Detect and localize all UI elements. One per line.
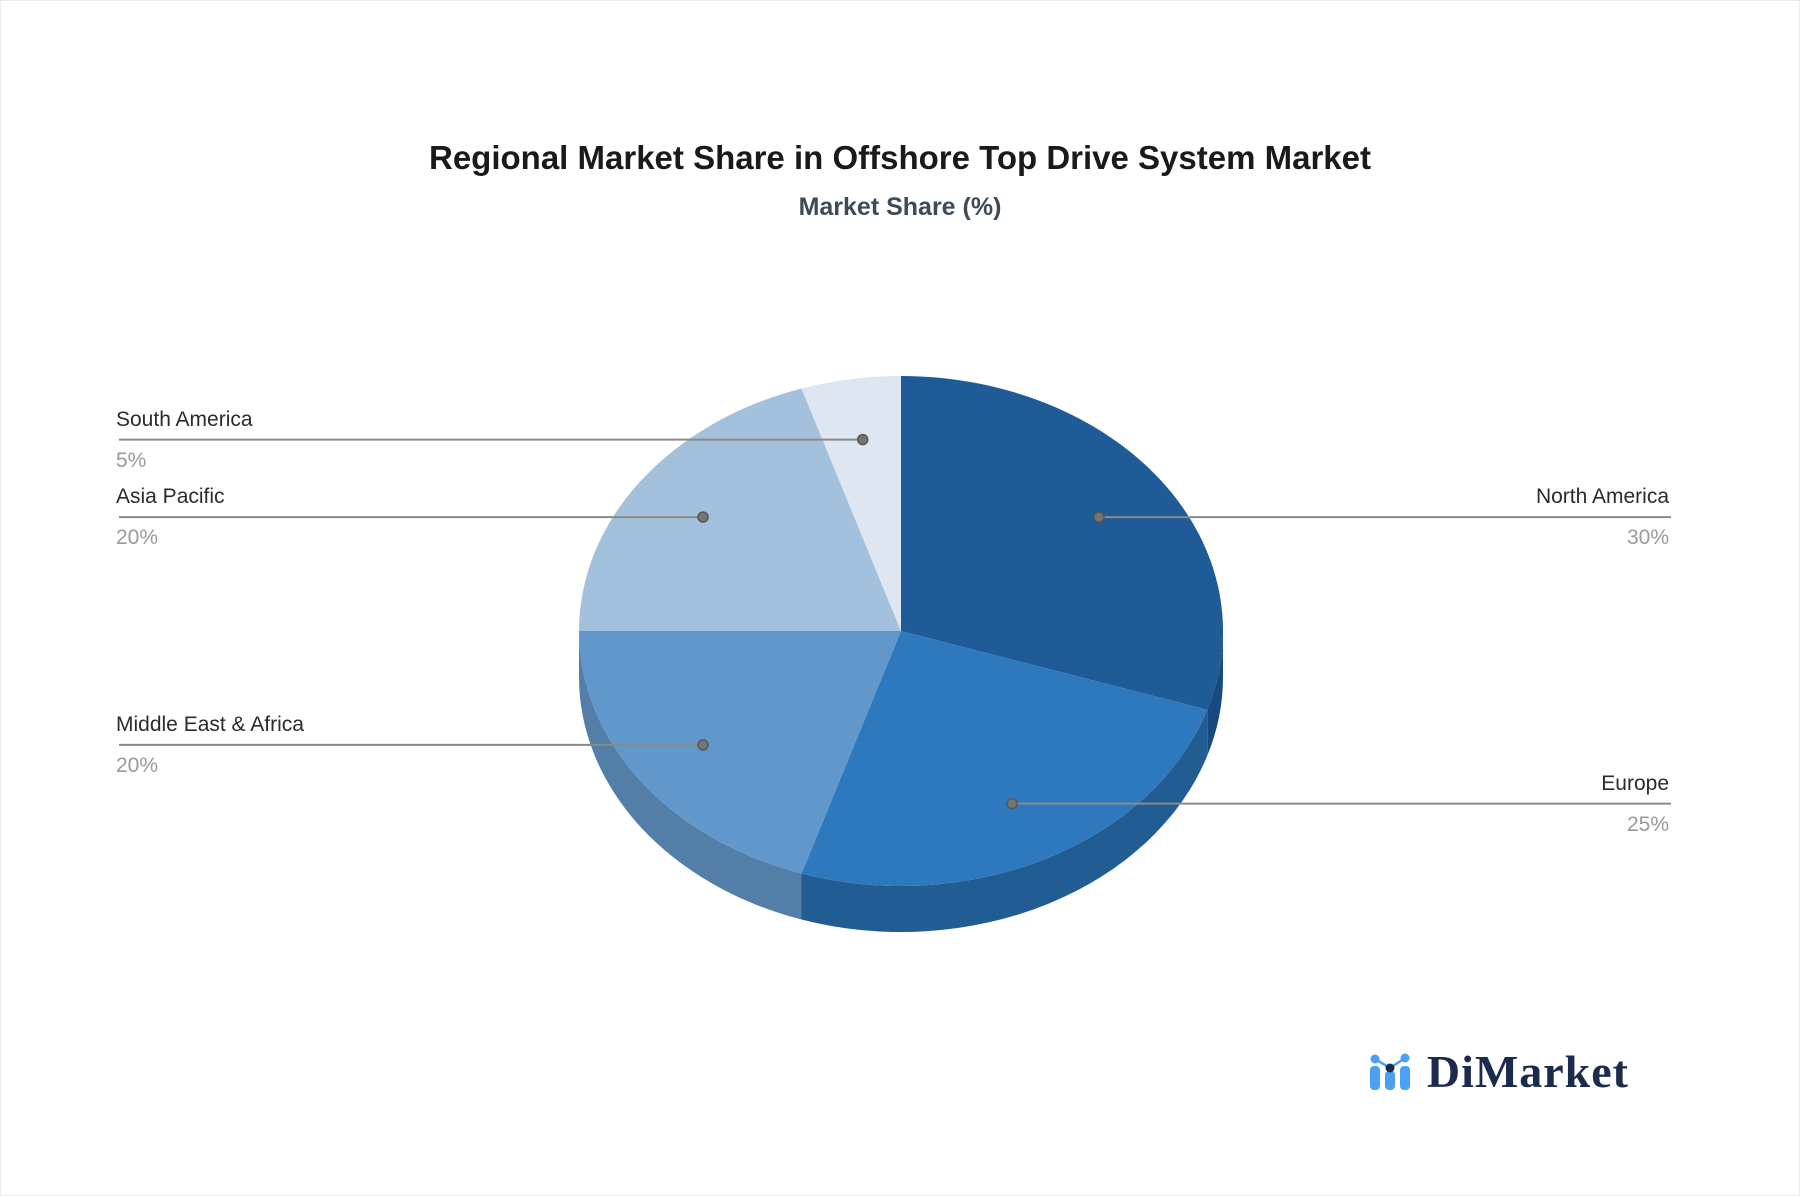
bar-chart-trend-icon	[1369, 1053, 1410, 1090]
dimarket-logo: DiMarket	[1367, 1045, 1629, 1098]
callout-label-south-america: South America	[116, 407, 253, 431]
callout-label-north-america: North America	[1535, 485, 1669, 509]
leader-dot	[1006, 797, 1018, 810]
leader-dot	[1093, 511, 1105, 523]
callout-value-middle-east-africa: 20%	[116, 753, 159, 777]
callout-label-europe: Europe	[1601, 771, 1669, 795]
callout-value-europe: 25%	[1626, 812, 1669, 836]
leader-dot	[697, 511, 709, 523]
callout-value-north-america: 30%	[1626, 526, 1669, 550]
chart-page: Regional Market Share in Offshore Top Dr…	[0, 0, 1800, 1196]
callout-label-middle-east-africa: Middle East & Africa	[116, 712, 304, 736]
logo-text: DiMarket	[1426, 1046, 1629, 1097]
leader-dot	[697, 739, 709, 751]
pie-chart[interactable]	[1, 1, 1800, 1196]
leader-dot	[856, 433, 869, 446]
callout-value-south-america: 5%	[116, 448, 147, 472]
callout-value-asia-pacific: 20%	[116, 526, 159, 550]
callout-label-asia-pacific: Asia Pacific	[116, 485, 225, 509]
